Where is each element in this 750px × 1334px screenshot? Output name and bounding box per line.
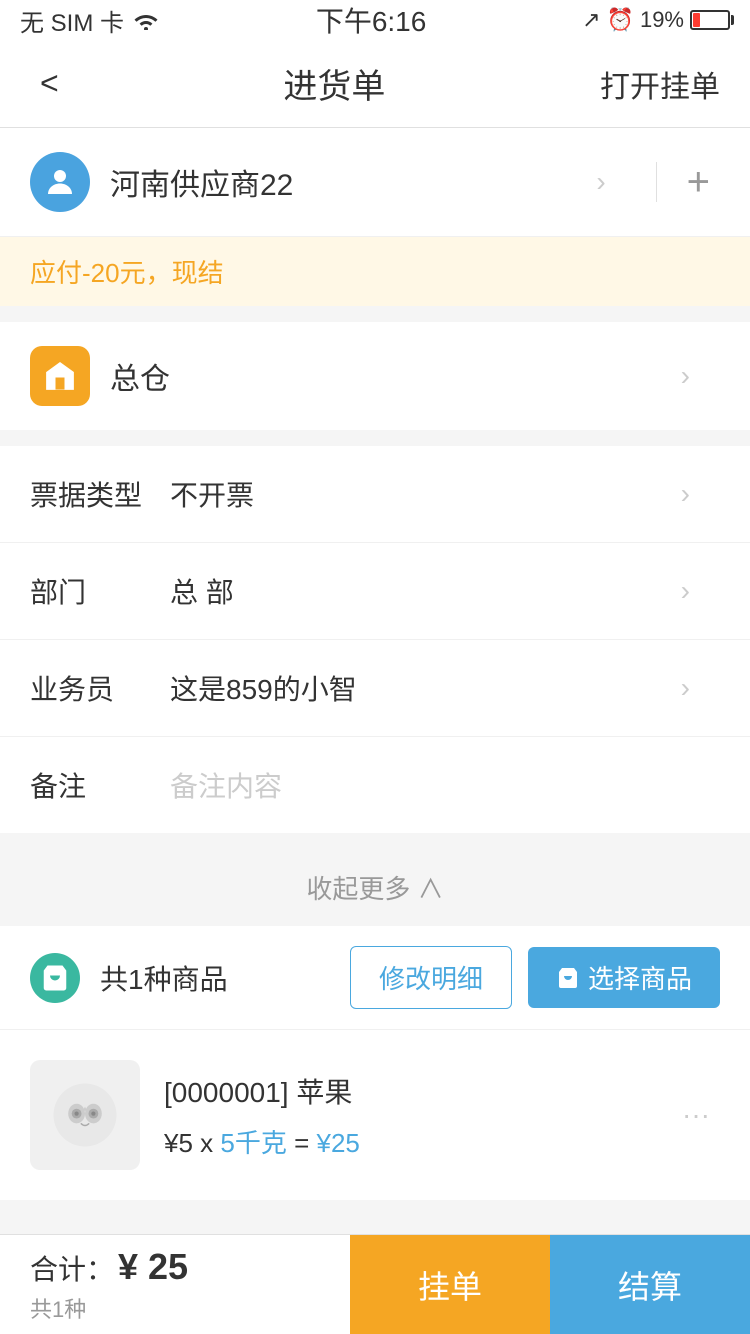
sales-row[interactable]: 业务员 这是859的小智 › <box>0 640 750 737</box>
settle-button[interactable]: 结算 <box>550 1235 750 1334</box>
invoice-chevron-icon: › <box>681 478 690 510</box>
supplier-row[interactable]: 河南供应商22 › + <box>0 128 750 237</box>
collapse-button[interactable]: 收起更多 ∧ <box>0 849 750 926</box>
products-header: 共1种商品 修改明细 选择商品 <box>0 926 750 1030</box>
product-thumbnail <box>30 1060 140 1170</box>
more-button[interactable]: ··· <box>672 1089 720 1141</box>
select-product-button[interactable]: 选择商品 <box>528 947 720 1008</box>
dept-row[interactable]: 部门 总 部 › <box>0 543 750 640</box>
supplier-section: 河南供应商22 › + 应付-20元，现结 <box>0 128 750 306</box>
product-info: [0000001] 苹果 ¥5 x 5千克 = ¥25 <box>164 1071 672 1160</box>
supplier-divider <box>656 162 657 202</box>
quantity: 5千克 <box>220 1128 286 1158</box>
total-count: 共1种 <box>30 1292 320 1324</box>
nav-bar: < 进货单 打开挂单 <box>0 40 750 128</box>
warehouse-section: 总仓 › <box>0 322 750 430</box>
location-icon: ↗ <box>582 7 600 33</box>
product-total: ¥25 <box>317 1128 360 1158</box>
page-title: 进货单 <box>283 59 385 108</box>
edit-detail-button[interactable]: 修改明细 <box>350 946 512 1009</box>
invoice-value: 不开票 <box>170 474 681 514</box>
unit-price: ¥5 <box>164 1128 193 1158</box>
battery-icon <box>690 10 730 30</box>
hang-button[interactable]: 挂单 <box>350 1235 550 1334</box>
total-main: 合计： ¥ 25 <box>30 1246 320 1288</box>
status-icons: ↗ ⏰ 19% <box>582 7 730 33</box>
invoice-label: 票据类型 <box>30 474 150 514</box>
main-content: 河南供应商22 › + 应付-20元，现结 总仓 › 票据类型 不开票 › <box>0 128 750 1326</box>
total-amount: ¥ 25 <box>118 1246 188 1288</box>
bottom-bar: 合计： ¥ 25 共1种 挂单 结算 <box>0 1234 750 1334</box>
product-name: [0000001] 苹果 <box>164 1071 672 1111</box>
cart-icon <box>556 966 580 990</box>
supplier-avatar <box>30 152 90 212</box>
products-count: 共1种商品 <box>100 958 350 998</box>
wifi-icon <box>132 10 160 30</box>
invoice-row[interactable]: 票据类型 不开票 › <box>0 446 750 543</box>
equals-sign: = <box>294 1128 316 1158</box>
warehouse-name: 总仓 <box>110 354 681 398</box>
supplier-name: 河南供应商22 <box>110 160 596 204</box>
sales-chevron-icon: › <box>681 672 690 704</box>
products-icon <box>30 953 80 1003</box>
total-label: 合计： <box>30 1248 114 1288</box>
remark-input[interactable]: 备注内容 <box>170 765 720 805</box>
dept-value: 总 部 <box>170 571 681 611</box>
battery-percent: 19% <box>640 7 684 33</box>
product-item: [0000001] 苹果 ¥5 x 5千克 = ¥25 ··· <box>0 1030 750 1200</box>
dept-label: 部门 <box>30 571 150 611</box>
supplier-chevron-icon: › <box>596 166 605 198</box>
person-icon <box>42 164 78 200</box>
sales-value: 这是859的小智 <box>170 668 681 708</box>
warehouse-row[interactable]: 总仓 › <box>0 322 750 430</box>
status-bar: 无 SIM 卡 下午6:16 ↗ ⏰ 19% <box>0 0 750 40</box>
remark-row[interactable]: 备注 备注内容 <box>0 737 750 833</box>
price-separator: x <box>200 1128 220 1158</box>
bag-icon <box>40 963 70 993</box>
status-time: 下午6:16 <box>316 0 427 40</box>
alarm-icon: ⏰ <box>607 7 634 33</box>
product-title: 苹果 <box>296 1077 352 1108</box>
warehouse-chevron-icon: › <box>681 360 690 392</box>
carrier-text: 无 SIM 卡 <box>20 3 124 38</box>
add-supplier-button[interactable]: + <box>677 160 720 205</box>
home-icon <box>42 358 78 394</box>
form-section: 票据类型 不开票 › 部门 总 部 › 业务员 这是859的小智 › 备注 备注… <box>0 446 750 833</box>
owl-icon <box>50 1080 120 1150</box>
total-section: 合计： ¥ 25 共1种 <box>0 1246 350 1324</box>
warehouse-icon <box>30 346 90 406</box>
product-code: [0000001] <box>164 1077 289 1108</box>
sales-label: 业务员 <box>30 668 150 708</box>
product-price: ¥5 x 5千克 = ¥25 <box>164 1123 672 1160</box>
back-button[interactable]: < <box>30 55 69 112</box>
supplier-notice: 应付-20元，现结 <box>0 237 750 306</box>
remark-label: 备注 <box>30 765 150 805</box>
select-product-label: 选择商品 <box>588 959 692 996</box>
products-section: 共1种商品 修改明细 选择商品 <box>0 926 750 1200</box>
dept-chevron-icon: › <box>681 575 690 607</box>
status-carrier: 无 SIM 卡 <box>20 3 160 38</box>
open-pending-button[interactable]: 打开挂单 <box>600 62 720 106</box>
